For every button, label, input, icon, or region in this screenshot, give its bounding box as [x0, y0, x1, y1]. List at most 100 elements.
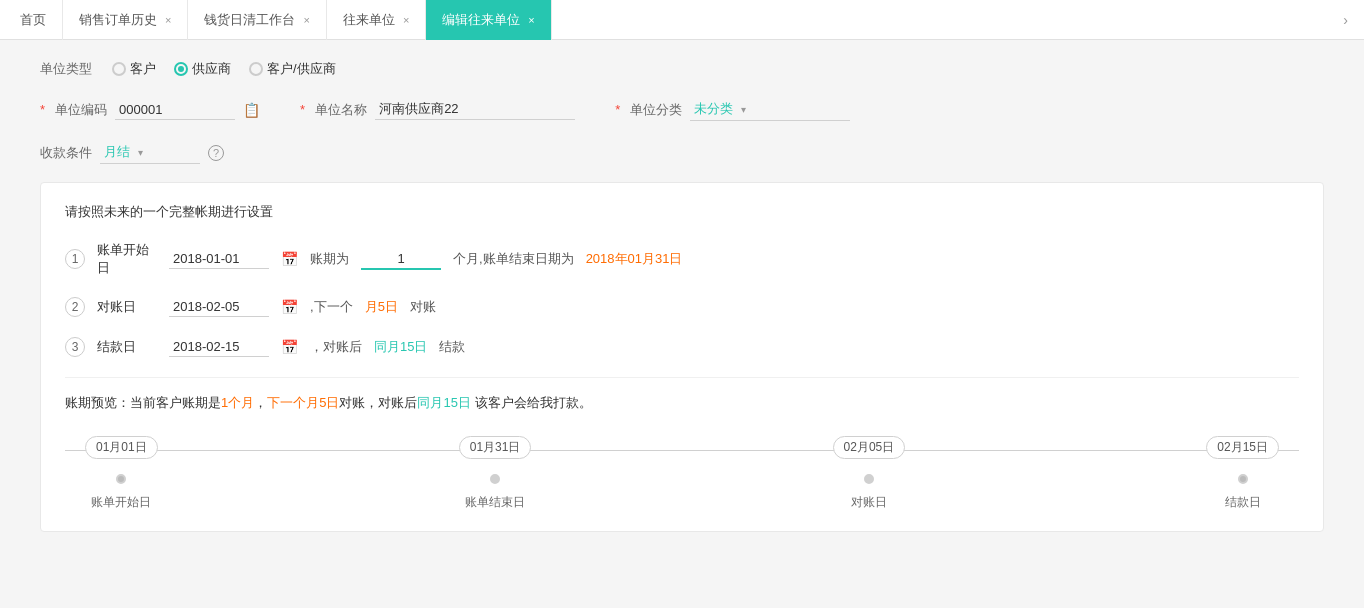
tab-counterpart[interactable]: 往来单位 × — [327, 0, 426, 40]
unit-name-required: * — [300, 102, 305, 117]
timeline: 01月01日 账单开始日 01月31日 账单结束日 02月05日 对账日 — [65, 436, 1299, 511]
unit-category-dropdown[interactable]: 未分类 ▾ — [690, 98, 850, 121]
payment-label: 收款条件 — [40, 144, 92, 162]
timeline-label-1: 账单结束日 — [465, 494, 525, 511]
timeline-badge-2: 02月05日 — [833, 436, 906, 459]
unit-code-required: * — [40, 102, 45, 117]
unit-cat-required: * — [615, 102, 620, 117]
preview-suffix: 该客户会给我打款。 — [475, 395, 592, 410]
timeline-dot-1 — [490, 474, 500, 484]
preview-part3: 同月15日 — [417, 395, 470, 410]
radio-customer[interactable]: 客户 — [112, 60, 156, 78]
period-row-2: 2 对账日 📅 ,下一个 月5日 对账 — [65, 297, 1299, 317]
unit-category-value: 未分类 — [694, 100, 733, 118]
payment-dropdown[interactable]: 月结 ▾ — [100, 141, 200, 164]
timeline-label-0: 账单开始日 — [91, 494, 151, 511]
timeline-badge-1: 01月31日 — [459, 436, 532, 459]
period-row2-highlight: 月5日 — [365, 298, 398, 316]
period-num-1: 1 — [65, 249, 85, 269]
tab-edit-close[interactable]: × — [528, 14, 534, 26]
unit-code-input[interactable] — [115, 100, 235, 120]
unit-code-label: 单位编码 — [55, 101, 107, 119]
preview-sep2: 对账，对账后 — [339, 395, 417, 410]
tab-sales-order-history[interactable]: 销售订单历史 × — [63, 0, 188, 40]
tab-edit-label: 编辑往来单位 — [442, 11, 520, 29]
preview-text: 账期预览：当前客户账期是1个月，下一个月5日对账，对账后同月15日 该客户会给我… — [65, 394, 1299, 412]
period-row-3: 3 结款日 📅 ，对账后 同月15日 结款 — [65, 337, 1299, 357]
period-cal-1[interactable]: 📅 — [281, 251, 298, 267]
timeline-badge-0: 01月01日 — [85, 436, 158, 459]
period-date-2[interactable] — [169, 297, 269, 317]
tab-sales-label: 销售订单历史 — [79, 11, 157, 29]
unit-code-calendar-icon[interactable]: 📋 — [243, 102, 260, 118]
period-row3-highlight: 同月15日 — [374, 338, 427, 356]
period-cal-3[interactable]: 📅 — [281, 339, 298, 355]
radio-supplier[interactable]: 供应商 — [174, 60, 231, 78]
unit-category-label: 单位分类 — [630, 101, 682, 119]
period-cal-2[interactable]: 📅 — [281, 299, 298, 315]
period-label-1: 账单开始日 — [97, 241, 157, 277]
radio-supplier-circle — [174, 62, 188, 76]
tab-home-label: 首页 — [20, 11, 46, 29]
unit-info-row: * 单位编码 📋 * 单位名称 * 单位分类 未分类 ▾ — [40, 98, 1324, 121]
unit-name-label: 单位名称 — [315, 101, 367, 119]
payment-value: 月结 — [104, 143, 130, 161]
radio-supplier-label: 供应商 — [192, 60, 231, 78]
tab-home[interactable]: 首页 — [8, 0, 63, 40]
tab-cash-ledger[interactable]: 钱货日清工作台 × — [188, 0, 326, 40]
period-date-3[interactable] — [169, 337, 269, 357]
period-label-2: 对账日 — [97, 298, 157, 316]
period-num-3: 3 — [65, 337, 85, 357]
tab-edit-counterpart[interactable]: 编辑往来单位 × — [426, 0, 551, 40]
preview-section: 账期预览：当前客户账期是1个月，下一个月5日对账，对账后同月15日 该客户会给我… — [65, 377, 1299, 511]
help-icon-label: ? — [213, 147, 219, 159]
unit-type-label: 单位类型 — [40, 60, 92, 78]
timeline-point-3: 02月15日 结款日 — [1206, 436, 1279, 511]
period-row2-suffix: 对账 — [410, 298, 436, 316]
unit-name-input[interactable] — [375, 100, 575, 120]
tab-cash-close[interactable]: × — [303, 14, 309, 26]
period-date-1[interactable] — [169, 249, 269, 269]
radio-both[interactable]: 客户/供应商 — [249, 60, 336, 78]
unit-type-row: 单位类型 客户 供应商 客户/供应商 — [40, 60, 1324, 78]
timeline-point-1: 01月31日 账单结束日 — [459, 436, 532, 511]
preview-sep1: ， — [254, 395, 267, 410]
preview-prefix: 账期预览：当前客户账期是 — [65, 395, 221, 410]
timeline-points: 01月01日 账单开始日 01月31日 账单结束日 02月05日 对账日 — [85, 436, 1279, 511]
period-row2-prefix: ,下一个 — [310, 298, 353, 316]
timeline-dot-0 — [116, 474, 126, 484]
period-end-date: 2018年01月31日 — [586, 250, 683, 268]
period-title: 请按照未来的一个完整帐期进行设置 — [65, 203, 1299, 221]
unit-code-group: * 单位编码 📋 — [40, 100, 260, 120]
main-content: 单位类型 客户 供应商 客户/供应商 * 单位编码 📋 * 单位名称 — [0, 40, 1364, 552]
radio-customer-label: 客户 — [130, 60, 156, 78]
period-box: 请按照未来的一个完整帐期进行设置 1 账单开始日 📅 账期为 个月,账单结束日期… — [40, 182, 1324, 532]
tab-arrow[interactable]: › — [1335, 12, 1356, 28]
tab-counterpart-label: 往来单位 — [343, 11, 395, 29]
period-for-label: 账期为 — [310, 250, 349, 268]
period-label-3: 结款日 — [97, 338, 157, 356]
period-row3-prefix: ，对账后 — [310, 338, 362, 356]
timeline-point-2: 02月05日 对账日 — [833, 436, 906, 511]
tab-bar: 首页 销售订单历史 × 钱货日清工作台 × 往来单位 × 编辑往来单位 × › — [0, 0, 1364, 40]
period-unit-text: 个月,账单结束日期为 — [453, 250, 574, 268]
help-icon[interactable]: ? — [208, 145, 224, 161]
unit-name-group: * 单位名称 — [300, 100, 575, 120]
timeline-label-2: 对账日 — [851, 494, 887, 511]
radio-group: 客户 供应商 客户/供应商 — [112, 60, 336, 78]
unit-category-arrow-icon: ▾ — [741, 104, 746, 115]
payment-condition-row: 收款条件 月结 ▾ ? — [40, 141, 1324, 164]
tab-sales-close[interactable]: × — [165, 14, 171, 26]
tab-counterpart-close[interactable]: × — [403, 14, 409, 26]
unit-category-group: * 单位分类 未分类 ▾ — [615, 98, 850, 121]
radio-customer-circle — [112, 62, 126, 76]
preview-part2: 下一个月5日 — [267, 395, 339, 410]
period-row3-suffix: 结款 — [439, 338, 465, 356]
timeline-label-3: 结款日 — [1225, 494, 1261, 511]
payment-arrow-icon: ▾ — [138, 147, 143, 158]
tab-cash-label: 钱货日清工作台 — [204, 11, 295, 29]
timeline-point-0: 01月01日 账单开始日 — [85, 436, 158, 511]
period-row-1: 1 账单开始日 📅 账期为 个月,账单结束日期为 2018年01月31日 — [65, 241, 1299, 277]
period-value-1[interactable] — [361, 249, 441, 270]
timeline-dot-3 — [1238, 474, 1248, 484]
